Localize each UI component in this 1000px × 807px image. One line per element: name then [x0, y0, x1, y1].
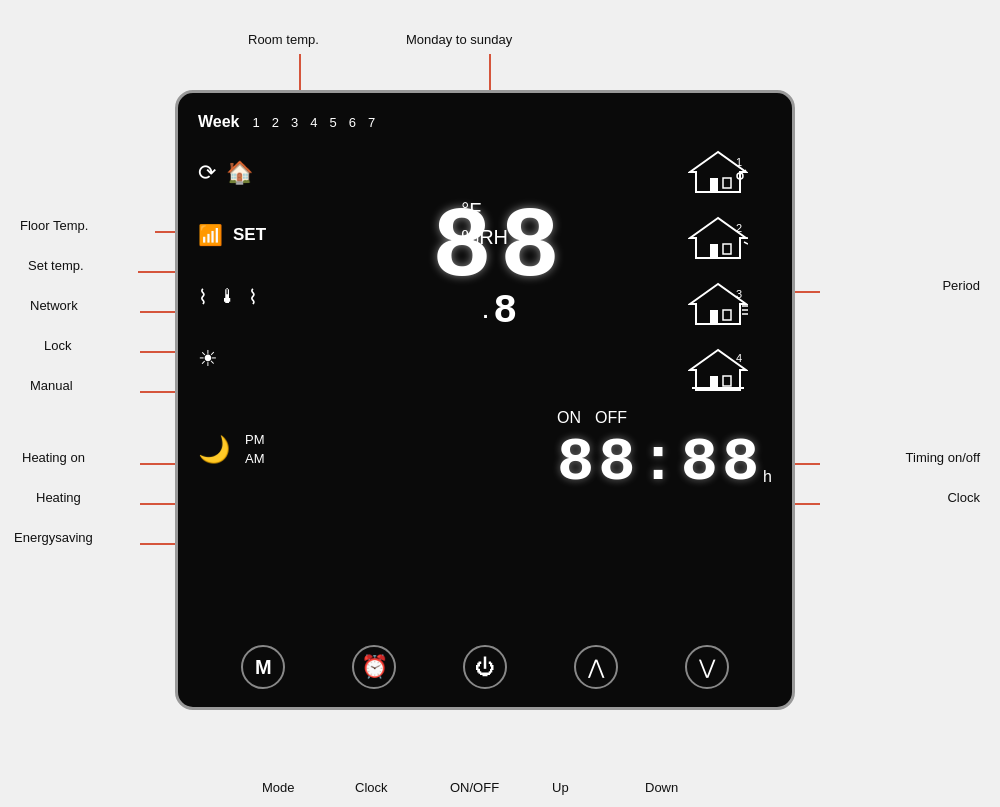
mode-button[interactable]: M — [241, 645, 285, 689]
mode-icon: M — [255, 656, 272, 679]
svg-text:2: 2 — [736, 222, 742, 234]
label-lock: Lock — [44, 338, 71, 353]
day-3: 3 — [291, 115, 298, 130]
label-clock-bottom: Clock — [355, 780, 388, 795]
svg-text:1: 1 — [736, 156, 742, 168]
svg-rect-32 — [710, 310, 718, 324]
house-temp-icon: 🏠 — [226, 160, 253, 186]
am-pm-display: PM AM — [245, 431, 265, 467]
on-label: ON — [557, 409, 581, 427]
down-button[interactable]: ⋁ — [685, 645, 729, 689]
clock-time-display: 88:88 — [557, 427, 763, 498]
day-1: 1 — [253, 115, 260, 130]
label-timing-onoff: Timing on/off — [906, 450, 980, 465]
up-icon: ⋀ — [588, 655, 604, 679]
middle-section: ⟳ 🏠 📶 SET ⌇ 🌡 ⌇ ☀ 88 — [178, 136, 792, 396]
power-icon: ⏻ — [475, 656, 495, 679]
svg-rect-40 — [723, 376, 731, 386]
heating-icon-row: ☀ — [198, 346, 318, 372]
sun-icon: ☀ — [198, 346, 218, 372]
up-button[interactable]: ⋀ — [574, 645, 618, 689]
label-heating: Heating — [36, 490, 81, 505]
moon-icon: 🌙 — [198, 434, 230, 465]
day-7: 7 — [368, 115, 375, 130]
on-off-labels: ON OFF — [557, 401, 627, 427]
day-2: 2 — [272, 115, 279, 130]
label-down: Down — [645, 780, 678, 795]
floor-icon: ⟳ — [198, 160, 216, 186]
period-3-icon: 3 — [682, 278, 754, 330]
svg-rect-20 — [710, 178, 718, 192]
label-heating-on: Heating on — [22, 450, 85, 465]
off-label: OFF — [595, 409, 627, 427]
flame-right-icon: ⌇ — [248, 285, 258, 309]
clock-section: 🌙 PM AM ON OFF 88:88 h — [178, 396, 792, 513]
power-button[interactable]: ⏻ — [463, 645, 507, 689]
clock-icon: ⏰ — [361, 654, 388, 680]
week-label: Week — [198, 113, 240, 131]
svg-text:3: 3 — [736, 288, 742, 300]
pm-label: PM — [245, 431, 265, 449]
thermostat-display: Week 1 2 3 4 5 6 7 ⟳ 🏠 📶 SET ⌇ 🌡 ⌇ — [175, 90, 795, 710]
set-row: 📶 SET — [198, 223, 318, 247]
clock-button[interactable]: ⏰ — [352, 645, 396, 689]
flame-left-icon: ⌇ — [198, 285, 208, 309]
label-mode: Mode — [262, 780, 295, 795]
period-4-icon: 4 — [682, 344, 754, 396]
right-icons: 1 2 — [682, 136, 772, 396]
period-2-icon: 2 — [682, 212, 754, 264]
left-icons: ⟳ 🏠 📶 SET ⌇ 🌡 ⌇ ☀ — [198, 136, 318, 396]
floor-temp-icon-row: ⟳ 🏠 — [198, 160, 318, 186]
svg-rect-27 — [723, 244, 731, 254]
day-5: 5 — [329, 115, 336, 130]
label-up: Up — [552, 780, 569, 795]
manual-icon-row: ⌇ 🌡 ⌇ — [198, 285, 318, 309]
svg-rect-21 — [723, 178, 731, 188]
label-monday-to-sunday: Monday to sunday — [406, 32, 512, 47]
h-label: h — [763, 468, 772, 498]
svg-line-29 — [744, 242, 748, 244]
week-row: Week 1 2 3 4 5 6 7 — [178, 93, 792, 136]
am-label: AM — [245, 450, 265, 468]
center-display: 88 °F %RH . 8 — [318, 136, 682, 396]
svg-rect-26 — [710, 244, 718, 258]
button-row: M ⏰ ⏻ ⋀ ⋁ — [208, 645, 762, 689]
set-label: SET — [233, 225, 266, 245]
down-icon: ⋁ — [699, 655, 715, 679]
temp-unit: °F %RH — [461, 199, 508, 249]
period-1-icon: 1 — [682, 146, 754, 198]
degree-f-label: °F — [461, 199, 508, 222]
label-floor-temp: Floor Temp. — [20, 218, 88, 233]
wifi-icon: 📶 — [198, 223, 223, 247]
label-energysaving: Energysaving — [14, 530, 93, 545]
label-manual: Manual — [30, 378, 73, 393]
rh-label: %RH — [461, 226, 508, 249]
svg-text:4: 4 — [736, 352, 742, 364]
label-set-temp: Set temp. — [28, 258, 84, 273]
label-period: Period — [942, 278, 980, 293]
day-4: 4 — [310, 115, 317, 130]
label-network: Network — [30, 298, 78, 313]
label-onoff: ON/OFF — [450, 780, 499, 795]
svg-rect-33 — [723, 310, 731, 320]
thermometer-icon: 🌡 — [218, 285, 238, 308]
day-6: 6 — [349, 115, 356, 130]
label-clock-right: Clock — [947, 490, 980, 505]
label-room-temp: Room temp. — [248, 32, 319, 47]
